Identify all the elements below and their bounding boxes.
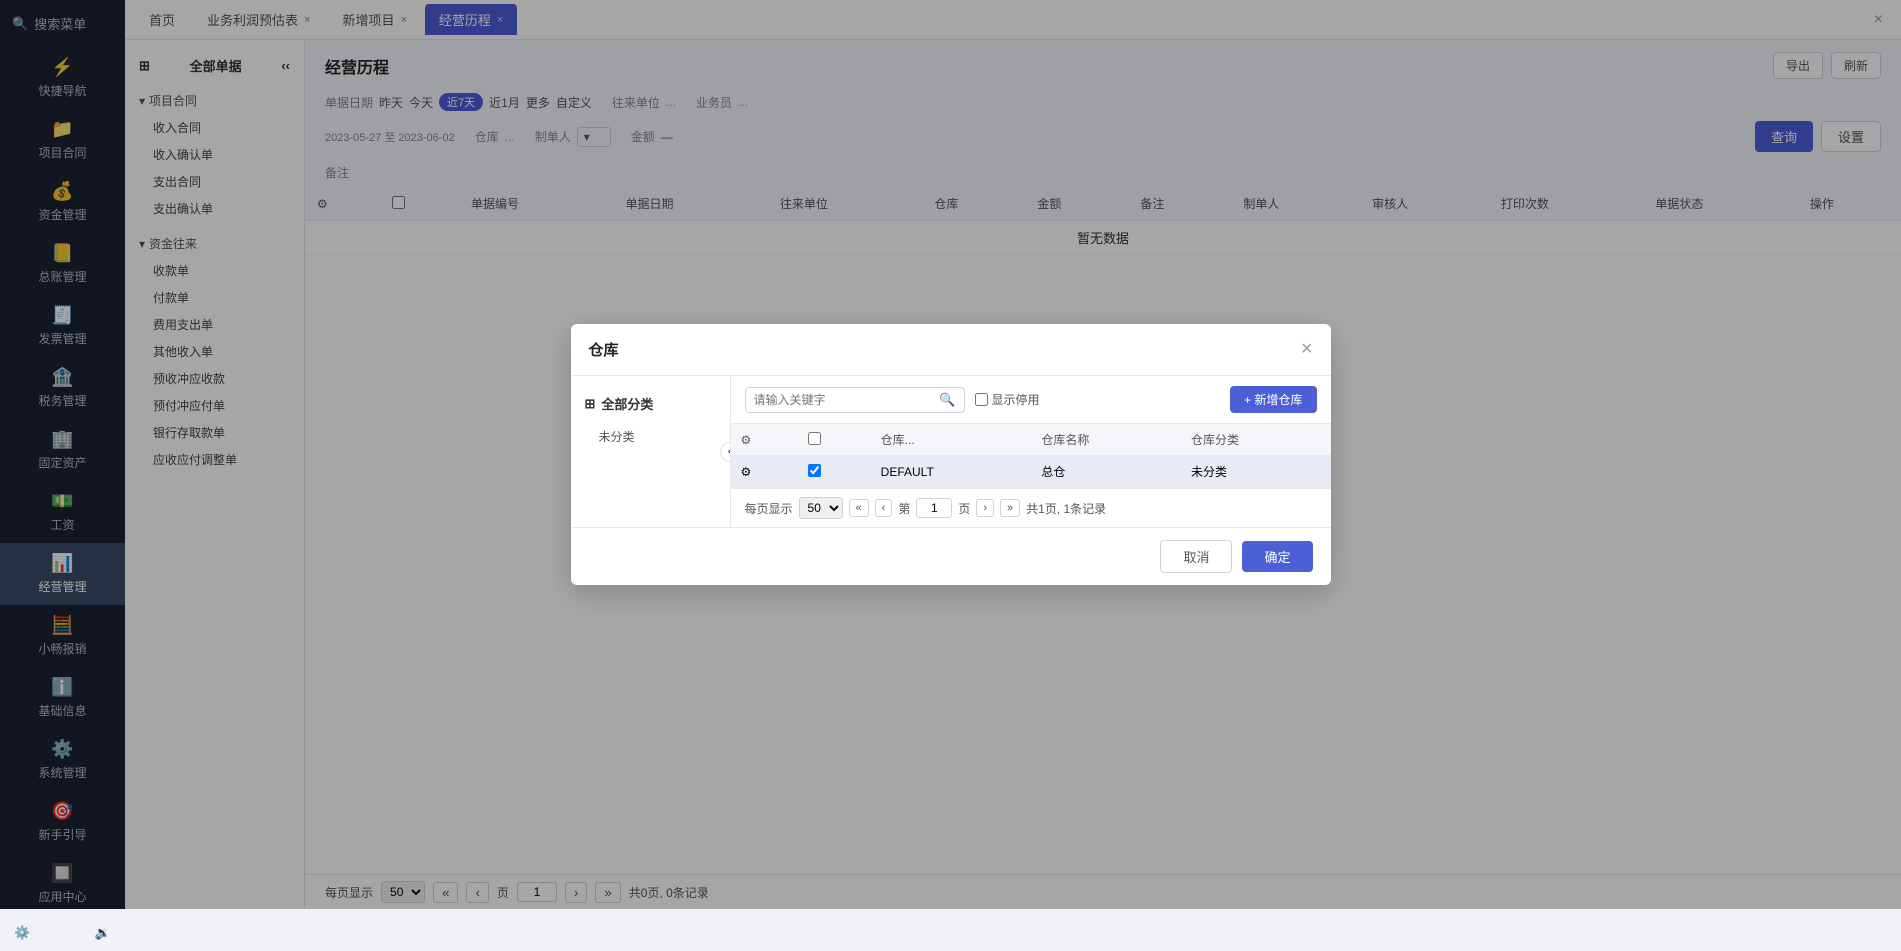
modal-table-row[interactable]: ⚙ DEFAULT 总仓 未分类 [731,456,1331,488]
modal-col-code: 仓库... [871,424,1032,456]
modal-page-suffix: 页 [958,500,970,517]
modal-confirm-button[interactable]: 确定 [1242,541,1312,572]
settings-icon[interactable]: ⚙️ [14,925,30,941]
modal-first-page[interactable]: « [849,499,869,517]
show-disabled-label[interactable]: 显示停用 [975,391,1040,408]
grid-icon2: ⊞ [585,396,596,412]
sidebar-bottom: ⚙️ 🔉 [0,915,125,951]
row-gear: ⚙ [731,456,799,488]
row-name: 总仓 [1031,456,1181,488]
modal-page-input[interactable] [916,498,952,518]
modal-header: 仓库 × [571,324,1331,376]
modal-page-label: 第 [898,500,910,517]
modal-col-name: 仓库名称 [1031,424,1181,456]
modal-prev-page[interactable]: ‹ [875,499,893,517]
modal-cat-unclassified[interactable]: 未分类 [571,421,730,452]
search-icon2: 🔍 [939,392,955,408]
modal-search-box: 🔍 [745,387,965,413]
modal-col-gear[interactable]: ⚙ [731,424,799,456]
row-checkbox[interactable] [798,456,871,488]
modal-total-label: 共1页, 1条记录 [1026,500,1106,517]
modal-per-page-label: 每页显示 [745,500,793,517]
unclassified-label: 未分类 [599,430,635,444]
modal-category-panel: ⊞ 全部分类 未分类 ‹ [571,376,731,527]
row-category: 未分类 [1181,456,1331,488]
volume-icon[interactable]: 🔉 [95,925,111,941]
modal-panel-collapse[interactable]: ‹ [720,442,731,462]
modal-close-button[interactable]: × [1301,338,1313,361]
modal-col-category: 仓库分类 [1181,424,1331,456]
show-disabled-checkbox[interactable] [975,393,988,406]
modal-per-page-select[interactable]: 50 [799,497,843,519]
modal-footer: 取消 确定 [571,527,1331,585]
row-code: DEFAULT [871,456,1032,488]
modal-pagination: 每页显示 50 « ‹ 第 页 › » 共1页, 1条记录 [731,488,1331,527]
modal-last-page[interactable]: » [1000,499,1020,517]
modal-title: 仓库 [589,339,619,360]
modal-overlay[interactable]: 仓库 × ⊞ 全部分类 未分类 ‹ [0,0,1901,909]
all-categories-label: 全部分类 [601,394,653,413]
modal-next-page[interactable]: › [976,499,994,517]
modal-right-panel: 🔍 显示停用 + 新增仓库 ⚙ [731,376,1331,527]
modal-table-wrap: ⚙ 仓库... 仓库名称 仓库分类 ⚙ DEFAULT [731,424,1331,488]
modal-select-all[interactable] [808,432,821,445]
modal-search-input[interactable] [754,393,934,407]
modal-col-checkbox[interactable] [798,424,871,456]
modal-all-categories[interactable]: ⊞ 全部分类 [571,386,730,421]
warehouse-modal: 仓库 × ⊞ 全部分类 未分类 ‹ [571,324,1331,585]
modal-body: ⊞ 全部分类 未分类 ‹ 🔍 显示停用 [571,376,1331,527]
modal-cancel-button[interactable]: 取消 [1160,540,1232,573]
add-warehouse-button[interactable]: + 新增仓库 [1230,386,1316,413]
modal-table: ⚙ 仓库... 仓库名称 仓库分类 ⚙ DEFAULT [731,424,1331,488]
modal-toolbar: 🔍 显示停用 + 新增仓库 [731,376,1331,424]
row-select-checkbox[interactable] [808,464,821,477]
